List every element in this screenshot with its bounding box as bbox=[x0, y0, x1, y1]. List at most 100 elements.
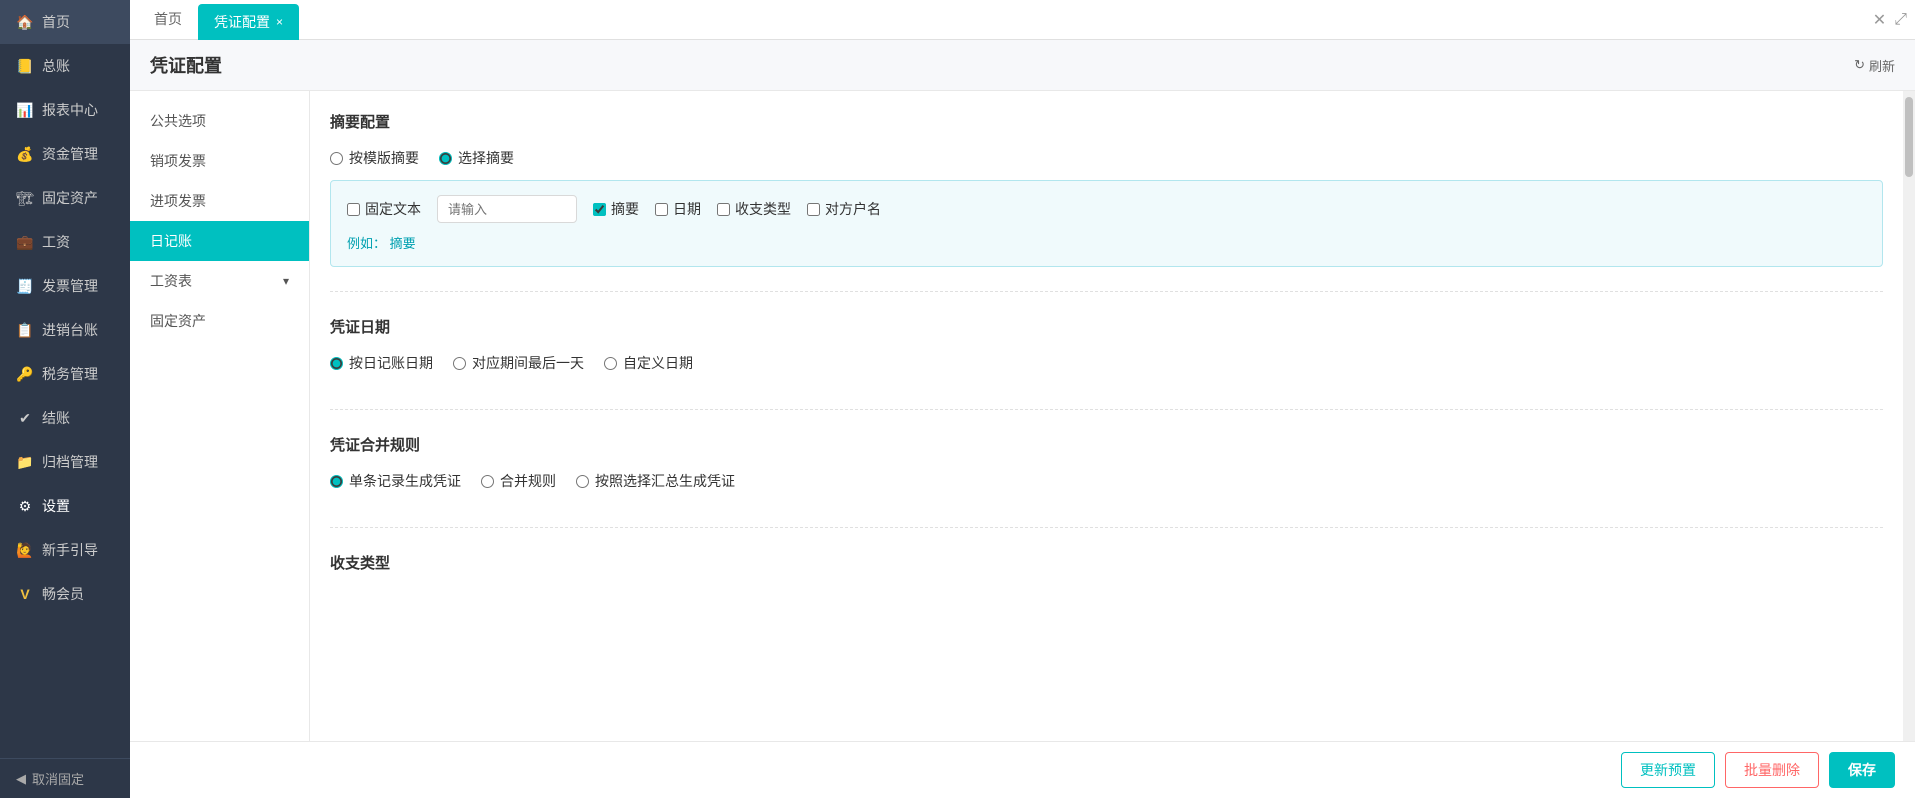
sales-icon: 📋 bbox=[16, 321, 34, 339]
sidebar-item-closing[interactable]: ✔ 结账 bbox=[0, 396, 130, 440]
checkbox-payment-type[interactable]: 收支类型 bbox=[717, 199, 791, 219]
summary-example: 例如： 摘要 bbox=[347, 233, 1866, 252]
invoice-icon: 🧾 bbox=[16, 277, 34, 295]
merge-radio-group: 单条记录生成凭证 合并规则 按照选择汇总生成凭证 bbox=[330, 471, 1883, 491]
radio-merge-rule-input[interactable] bbox=[481, 475, 494, 488]
radio-date-journal[interactable]: 按日记账日期 bbox=[330, 353, 433, 373]
left-nav-journal[interactable]: 日记账 bbox=[130, 221, 309, 261]
radio-date-journal-input[interactable] bbox=[330, 357, 343, 370]
radio-select-summary[interactable]: 选择摘要 bbox=[439, 148, 514, 168]
radio-merge-aggregate[interactable]: 按照选择汇总生成凭证 bbox=[576, 471, 735, 491]
checkbox-fixed-text[interactable]: 固定文本 bbox=[347, 199, 421, 219]
page-title: 凭证配置 bbox=[150, 52, 222, 78]
tab-bar-actions: ✕ ⤢ bbox=[1873, 10, 1907, 30]
sidebar-item-guide[interactable]: 🙋 新手引导 bbox=[0, 528, 130, 572]
summary-title: 摘要配置 bbox=[330, 111, 1883, 132]
radio-date-custom[interactable]: 自定义日期 bbox=[604, 353, 693, 373]
income-title: 收支类型 bbox=[330, 552, 1883, 573]
page-wrapper: 凭证配置 ↻ 刷新 公共选项 销项发票 进项发票 日记账 bbox=[130, 40, 1915, 798]
tab-voucher-config[interactable]: 凭证配置 × bbox=[198, 4, 299, 40]
date-section: 凭证日期 按日记账日期 对应期间最后一天 自定义日期 bbox=[330, 316, 1883, 410]
report-icon: 📊 bbox=[16, 101, 34, 119]
radio-date-period-last[interactable]: 对应期间最后一天 bbox=[453, 353, 584, 373]
sidebar: 🏠 首页 📒 总账 📊 报表中心 💰 资金管理 🏗 固定资产 💼 工资 🧾 发票… bbox=[0, 0, 130, 798]
merge-title: 凭证合并规则 bbox=[330, 434, 1883, 455]
left-nav-public[interactable]: 公共选项 bbox=[130, 101, 309, 141]
left-nav-fixed-assets[interactable]: 固定资产 bbox=[130, 301, 309, 341]
left-nav: 公共选项 销项发票 进项发票 日记账 工资表 ▾ 固定资产 bbox=[130, 91, 310, 741]
summary-section: 摘要配置 按模版摘要 选择摘要 bbox=[330, 111, 1883, 292]
refresh-button[interactable]: ↻ 刷新 bbox=[1854, 56, 1895, 75]
left-nav-purchase-invoice[interactable]: 进项发票 bbox=[130, 181, 309, 221]
date-title: 凭证日期 bbox=[330, 316, 1883, 337]
tab-expand-button[interactable]: ⤢ bbox=[1894, 10, 1907, 30]
radio-select-input[interactable] bbox=[439, 152, 452, 165]
checkbox-summary-input[interactable] bbox=[593, 203, 606, 216]
tab-close-icon[interactable]: × bbox=[276, 15, 283, 29]
sidebar-item-fund[interactable]: 💰 资金管理 bbox=[0, 132, 130, 176]
income-section: 收支类型 bbox=[330, 552, 1883, 613]
checkbox-date-input[interactable] bbox=[655, 203, 668, 216]
radio-date-custom-input[interactable] bbox=[604, 357, 617, 370]
tab-close-window-button[interactable]: ✕ bbox=[1873, 10, 1886, 30]
radio-template-summary[interactable]: 按模版摘要 bbox=[330, 148, 419, 168]
main-area: 首页 凭证配置 × ✕ ⤢ 凭证配置 ↻ 刷新 公共选项 bbox=[130, 0, 1915, 798]
archive-icon: 📁 bbox=[16, 453, 34, 471]
radio-merge-aggregate-input[interactable] bbox=[576, 475, 589, 488]
update-preview-button[interactable]: 更新预置 bbox=[1621, 752, 1715, 788]
summary-checkbox-group: 固定文本 摘要 日期 bbox=[347, 195, 1866, 223]
checkbox-counterpart[interactable]: 对方户名 bbox=[807, 199, 881, 219]
home-icon: 🏠 bbox=[16, 13, 34, 31]
sidebar-item-settings[interactable]: ⚙ 设置 bbox=[0, 484, 130, 528]
tab-home[interactable]: 首页 bbox=[138, 0, 198, 39]
fixed-text-input[interactable] bbox=[437, 195, 577, 223]
batch-delete-button[interactable]: 批量删除 bbox=[1725, 752, 1819, 788]
radio-merge-rule[interactable]: 合并规则 bbox=[481, 471, 556, 491]
sidebar-item-invoice[interactable]: 🧾 发票管理 bbox=[0, 264, 130, 308]
sidebar-item-asset[interactable]: 🏗 固定资产 bbox=[0, 176, 130, 220]
pin-icon: ◀ bbox=[16, 771, 26, 787]
member-icon: V bbox=[16, 585, 34, 603]
sidebar-item-ledger[interactable]: 📒 总账 bbox=[0, 44, 130, 88]
asset-icon: 🏗 bbox=[16, 189, 34, 207]
sidebar-item-sales[interactable]: 📋 进销台账 bbox=[0, 308, 130, 352]
summary-config-box: 固定文本 摘要 日期 bbox=[330, 180, 1883, 267]
page-header: 凭证配置 ↻ 刷新 bbox=[130, 40, 1915, 91]
closing-icon: ✔ bbox=[16, 409, 34, 427]
sidebar-item-member[interactable]: V 畅会员 bbox=[0, 572, 130, 616]
settings-icon: ⚙ bbox=[16, 497, 34, 515]
sidebar-item-archive[interactable]: 📁 归档管理 bbox=[0, 440, 130, 484]
sidebar-item-payroll[interactable]: 💼 工资 bbox=[0, 220, 130, 264]
sidebar-item-report[interactable]: 📊 报表中心 bbox=[0, 88, 130, 132]
bottom-bar: 更新预置 批量删除 保存 bbox=[130, 741, 1915, 798]
tab-bar: 首页 凭证配置 × ✕ ⤢ bbox=[130, 0, 1915, 40]
tax-icon: 🔑 bbox=[16, 365, 34, 383]
chevron-down-icon: ▾ bbox=[283, 274, 289, 288]
refresh-icon: ↻ bbox=[1854, 57, 1865, 73]
radio-template-input[interactable] bbox=[330, 152, 343, 165]
summary-radio-group: 按模版摘要 选择摘要 bbox=[330, 148, 1883, 168]
checkbox-date[interactable]: 日期 bbox=[655, 199, 701, 219]
fund-icon: 💰 bbox=[16, 145, 34, 163]
right-content: 摘要配置 按模版摘要 选择摘要 bbox=[310, 91, 1903, 741]
sidebar-item-home[interactable]: 🏠 首页 bbox=[0, 0, 130, 44]
checkbox-counterpart-input[interactable] bbox=[807, 203, 820, 216]
left-nav-payroll-table[interactable]: 工资表 ▾ bbox=[130, 261, 309, 301]
radio-merge-single-input[interactable] bbox=[330, 475, 343, 488]
scroll-track[interactable] bbox=[1903, 91, 1915, 741]
radio-date-period-last-input[interactable] bbox=[453, 357, 466, 370]
checkbox-payment-type-input[interactable] bbox=[717, 203, 730, 216]
left-nav-sales-invoice[interactable]: 销项发票 bbox=[130, 141, 309, 181]
checkbox-fixed-text-input[interactable] bbox=[347, 203, 360, 216]
guide-icon: 🙋 bbox=[16, 541, 34, 559]
save-button[interactable]: 保存 bbox=[1829, 752, 1895, 788]
sidebar-scroll: 🏠 首页 📒 总账 📊 报表中心 💰 资金管理 🏗 固定资产 💼 工资 🧾 发票… bbox=[0, 0, 130, 758]
sidebar-bottom: ◀ 取消固定 bbox=[0, 758, 130, 798]
checkbox-summary[interactable]: 摘要 bbox=[593, 199, 639, 219]
inner-layout: 公共选项 销项发票 进项发票 日记账 工资表 ▾ 固定资产 bbox=[130, 91, 1915, 741]
radio-merge-single[interactable]: 单条记录生成凭证 bbox=[330, 471, 461, 491]
scroll-thumb[interactable] bbox=[1905, 97, 1913, 177]
sidebar-pin-button[interactable]: ◀ 取消固定 bbox=[0, 759, 130, 798]
sidebar-item-tax[interactable]: 🔑 税务管理 bbox=[0, 352, 130, 396]
ledger-icon: 📒 bbox=[16, 57, 34, 75]
